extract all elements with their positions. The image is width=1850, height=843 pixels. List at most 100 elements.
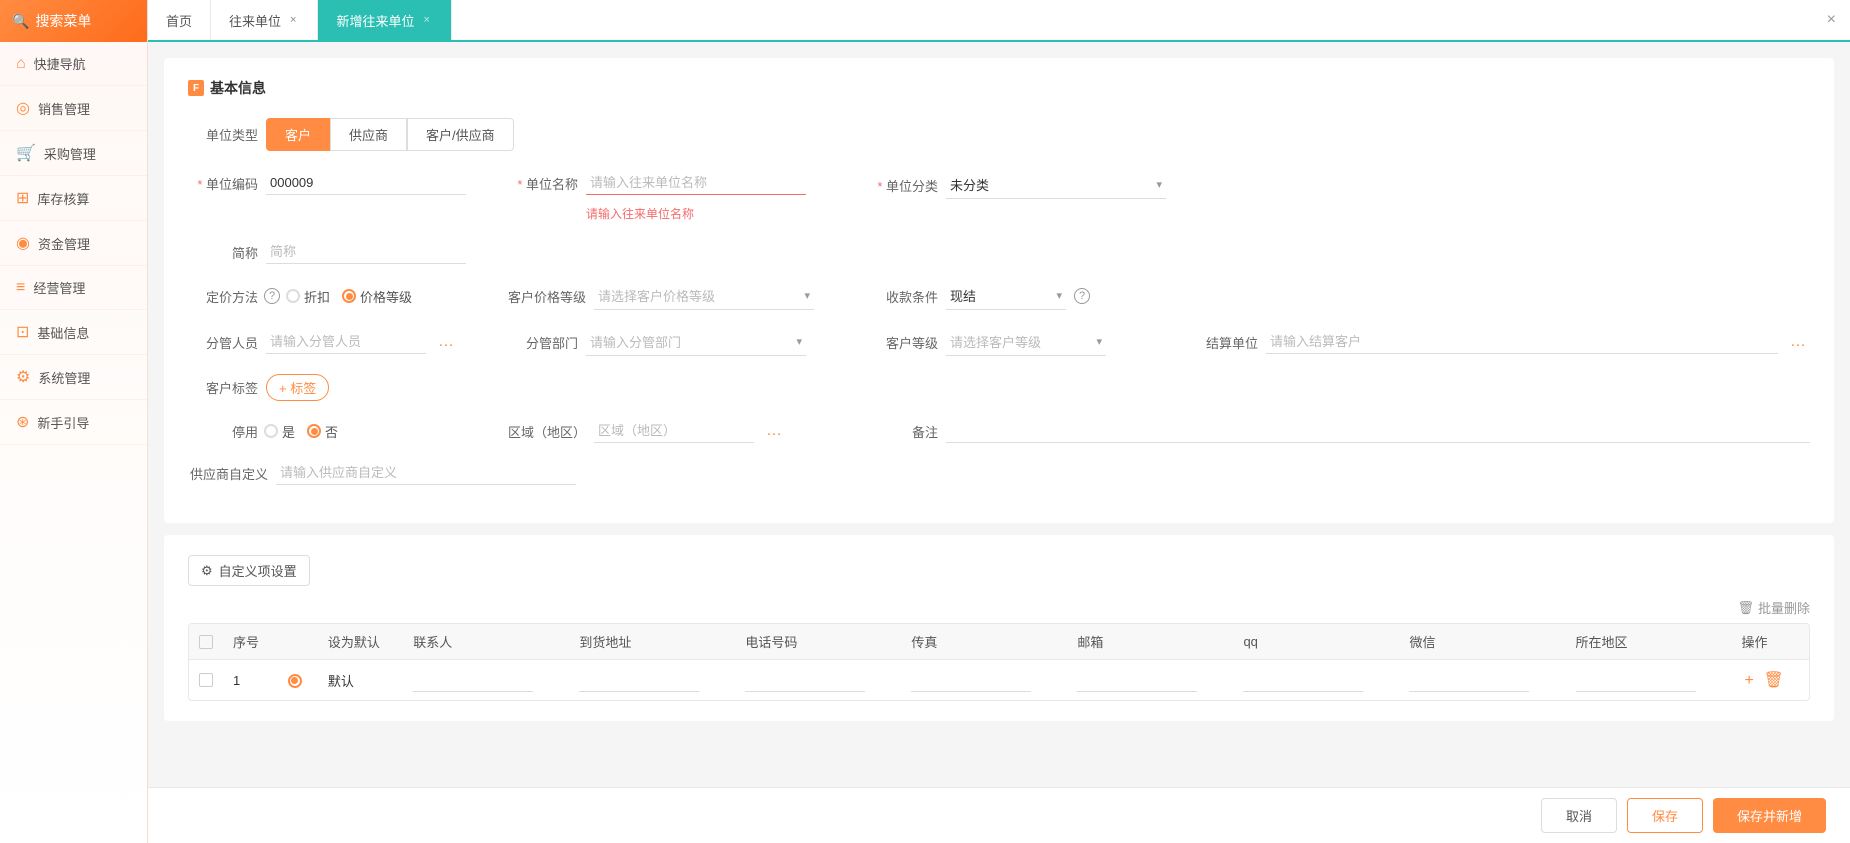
td-phone[interactable]: [735, 660, 901, 701]
unit-btn-supplier[interactable]: 供应商: [330, 118, 407, 151]
sidebar-item-quick-nav[interactable]: ⌂ 快捷导航: [0, 42, 147, 86]
short-name-input[interactable]: [266, 240, 466, 264]
supplier-custom-input[interactable]: [276, 461, 576, 485]
remark-input[interactable]: [946, 419, 1810, 443]
sidebar-item-system[interactable]: ⚙ 系统管理: [0, 355, 147, 400]
manager-input[interactable]: [266, 330, 426, 354]
radio-discount[interactable]: 折扣: [286, 287, 330, 306]
pricing-help-icon[interactable]: ?: [264, 288, 280, 304]
th-wechat: 微信: [1399, 624, 1565, 660]
customer-level-label: 客户等级: [868, 333, 938, 352]
home-icon: ⌂: [16, 55, 26, 73]
radio-no-outer: [307, 424, 321, 438]
custom-settings-label: 自定义项设置: [219, 561, 297, 580]
dept-label: 分管部门: [508, 333, 578, 352]
radio-no-label: 否: [325, 422, 338, 441]
customer-level-select[interactable]: 请选择客户等级 ▾: [946, 328, 1106, 356]
search-icon: 🔍: [12, 13, 29, 30]
unit-btn-both[interactable]: 客户/供应商: [407, 118, 514, 151]
tab-home[interactable]: 首页: [148, 0, 211, 40]
name-label: 单位名称: [508, 174, 578, 193]
add-tag-btn[interactable]: + 标签: [266, 374, 329, 401]
content-area: F 基本信息 单位类型 客户 供应商 客户/供应商 单位编码: [148, 42, 1850, 787]
delete-row-btn[interactable]: 🗑: [1761, 670, 1787, 690]
th-select-all: [189, 624, 223, 660]
customer-level-placeholder: 请选择客户等级: [950, 332, 1092, 351]
settlement-input[interactable]: [1266, 330, 1778, 354]
region-input[interactable]: [594, 419, 754, 443]
radio-discount-label: 折扣: [304, 287, 330, 306]
save-button[interactable]: 保存: [1627, 798, 1703, 833]
sidebar-search[interactable]: 🔍 搜索菜单: [0, 0, 147, 42]
tab-partner-list-label: 往来单位: [229, 11, 281, 30]
sidebar-item-guide[interactable]: ⊛ 新手引导: [0, 400, 147, 445]
radio-disabled-no[interactable]: 否: [307, 422, 338, 441]
code-input[interactable]: [266, 171, 466, 195]
name-input[interactable]: [586, 171, 806, 195]
close-partner-list-tab[interactable]: ×: [287, 13, 299, 27]
sidebar-item-finance[interactable]: ◉ 资金管理: [0, 221, 147, 266]
sidebar-item-inventory[interactable]: ⊞ 库存核算: [0, 176, 147, 221]
price-level-select[interactable]: 请选择客户价格等级 ▾: [594, 282, 814, 310]
td-contact[interactable]: [403, 660, 569, 701]
region-dots-btn[interactable]: …: [762, 422, 786, 440]
save-new-button[interactable]: 保存并新增: [1713, 798, 1826, 833]
close-new-partner-tab[interactable]: ×: [420, 13, 432, 27]
th-select-col: [278, 624, 318, 660]
remark-label: 备注: [868, 422, 938, 441]
sidebar-item-sales[interactable]: ◎ 销售管理: [0, 86, 147, 131]
sidebar-item-label: 新手引导: [37, 413, 89, 432]
cancel-button[interactable]: 取消: [1541, 798, 1617, 833]
settlement-label: 结算单位: [1188, 333, 1258, 352]
payment-select[interactable]: 现结 ▾: [946, 282, 1066, 310]
custom-settings-btn[interactable]: ⚙ 自定义项设置: [188, 555, 310, 586]
dept-select[interactable]: 请输入分管部门 ▾: [586, 328, 806, 356]
td-region[interactable]: [1566, 660, 1732, 701]
td-action: + 🗑: [1732, 660, 1809, 701]
manager-dots-btn[interactable]: …: [434, 333, 458, 351]
th-email: 邮箱: [1067, 624, 1233, 660]
payment-help-icon[interactable]: ?: [1074, 288, 1090, 304]
row-checkbox[interactable]: [199, 673, 213, 687]
category-chevron-icon: ▾: [1156, 178, 1162, 191]
sidebar-item-basic-info[interactable]: ⊡ 基础信息: [0, 310, 147, 355]
th-address: 到货地址: [569, 624, 735, 660]
radio-price-level[interactable]: 价格等级: [342, 287, 412, 306]
dept-chevron-icon: ▾: [796, 335, 802, 348]
supplier-custom-label: 供应商自定义: [188, 464, 268, 483]
sidebar-item-purchase[interactable]: 🛒 采购管理: [0, 131, 147, 176]
td-qq[interactable]: [1233, 660, 1399, 701]
operations-icon: ≡: [16, 279, 25, 297]
default-label: 默认: [328, 674, 354, 689]
select-all-checkbox[interactable]: [199, 635, 213, 649]
main-area: 首页 往来单位 × 新增往来单位 × × F 基本信息 单位类型 客户: [148, 0, 1850, 843]
td-fax[interactable]: [901, 660, 1067, 701]
guide-icon: ⊛: [16, 412, 29, 432]
section-title-text: 基本信息: [210, 78, 266, 98]
delete-icon: 🗑: [1737, 600, 1754, 616]
basic-info-icon: ⊡: [16, 322, 29, 342]
radio-price-level-label: 价格等级: [360, 287, 412, 306]
default-radio[interactable]: [288, 674, 302, 688]
pricing-label: 定价方法: [188, 287, 258, 306]
tab-home-label: 首页: [166, 11, 192, 30]
tab-partner-list[interactable]: 往来单位 ×: [211, 0, 318, 40]
footer-bar: 取消 保存 保存并新增: [148, 787, 1850, 843]
close-all-tabs[interactable]: ×: [1813, 0, 1850, 40]
unit-btn-customer[interactable]: 客户: [266, 118, 330, 151]
section-title: F 基本信息: [188, 78, 1810, 98]
td-email[interactable]: [1067, 660, 1233, 701]
sidebar-item-operations[interactable]: ≡ 经营管理: [0, 266, 147, 310]
contacts-table: 序号 设为默认 联系人 到货地址 电话号码 传真 邮箱 qq 微信 所在地区 操…: [189, 624, 1809, 700]
disabled-radio-group: 是 否: [264, 422, 338, 441]
td-wechat[interactable]: [1399, 660, 1565, 701]
category-select[interactable]: 未分类 ▾: [946, 171, 1166, 199]
tab-new-partner[interactable]: 新增往来单位 ×: [318, 0, 451, 40]
batch-delete-btn[interactable]: 🗑 批量删除: [1737, 598, 1810, 617]
sidebar-search-label: 搜索菜单: [35, 11, 91, 31]
add-row-btn[interactable]: +: [1742, 672, 1757, 690]
settlement-dots-btn[interactable]: …: [1786, 333, 1810, 351]
td-address[interactable]: [569, 660, 735, 701]
dept-placeholder: 请输入分管部门: [590, 332, 792, 351]
radio-disabled-yes[interactable]: 是: [264, 422, 295, 441]
